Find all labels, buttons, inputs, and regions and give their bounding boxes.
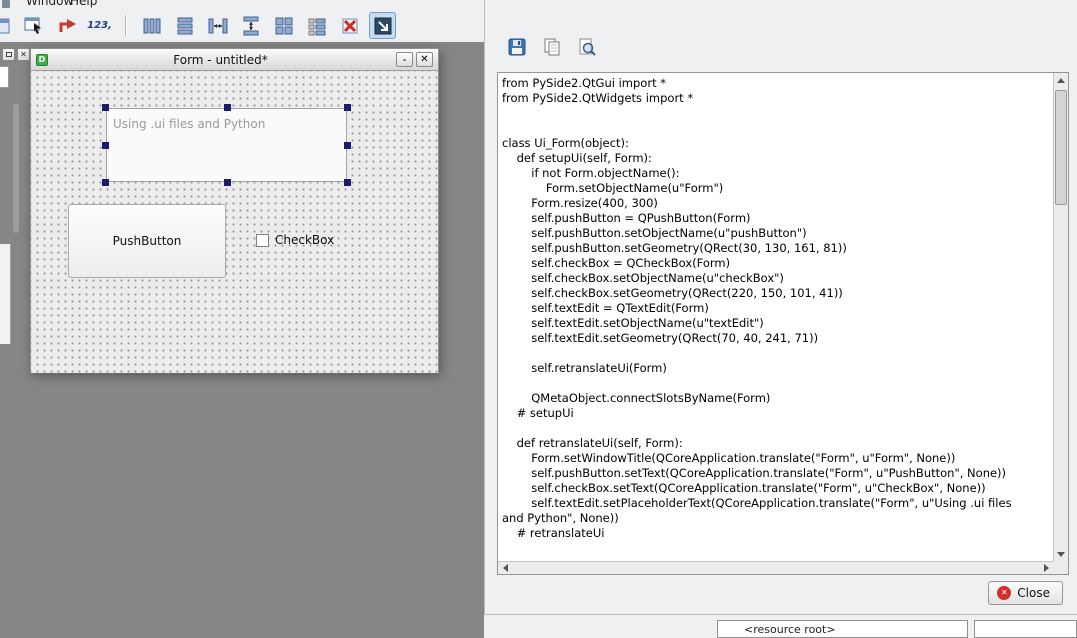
app-menu-icon[interactable] [2,0,10,8]
break-layout-icon [339,15,361,37]
layout-splitter-vertical-button[interactable] [237,12,264,39]
widget-box-scrollbar[interactable] [13,103,19,233]
resize-handle[interactable] [102,179,109,186]
checkbox-label: CheckBox [275,233,334,247]
resize-handle[interactable] [344,142,351,149]
form-minimize-button[interactable]: - [396,52,413,67]
scroll-down-button[interactable] [1054,547,1068,561]
signal-slot-icon [56,15,78,37]
adjust-size-button[interactable] [369,12,396,39]
arrow-down-icon [1057,552,1065,557]
resize-handle[interactable] [102,104,109,111]
menu-window[interactable]: Window [26,0,73,8]
edit-tab-order-button[interactable]: 123, [86,12,113,39]
arrow-up-icon [1057,78,1065,83]
layout-form-button[interactable] [303,12,330,39]
code-horizontal-scrollbar[interactable] [498,561,1053,574]
break-layout-button[interactable] [336,12,363,39]
tab-order-icon: 123, [87,20,112,31]
checkbox-box[interactable] [256,234,269,247]
textedit-placeholder: Using .ui files and Python [113,117,265,131]
splitter-vertical-icon [240,15,262,37]
close-circle-icon: ✕ [997,586,1011,600]
layout-grid-icon [273,15,295,37]
form-window-title: Form - untitled* [48,53,393,67]
widget-box-panel-fragment [0,244,11,344]
checkbox-widget[interactable]: CheckBox [256,233,334,247]
generated-code-text: from PySide2.QtGui import * from PySide2… [498,73,1053,561]
layout-splitter-horizontal-button[interactable] [204,12,231,39]
layout-vertically-icon [174,15,196,37]
vertical-scroll-thumb[interactable] [1055,90,1067,205]
form-designer-window: D Form - untitled* - ✕ Using .ui files a… [30,48,439,373]
layout-horizontally-icon [141,15,163,37]
resize-handle[interactable] [344,179,351,186]
dock-close-button[interactable]: ✕ [17,48,30,61]
scroll-right-button[interactable] [1039,562,1053,575]
pushbutton-widget[interactable]: PushButton [68,204,226,278]
clipped-toolbar-icon[interactable] [0,12,14,39]
dock-float-button[interactable] [2,48,15,61]
scrollbar-corner [1053,561,1068,574]
top-bar: Window Help 123, [0,0,484,42]
form-close-button[interactable]: ✕ [416,52,433,67]
toolbar-separator [125,15,126,37]
textedit-selection: Using .ui files and Python [106,108,347,182]
resource-root-label: <resource root> [744,623,836,636]
code-preview-dialog: from PySide2.QtGui import * from PySide2… [484,0,1077,615]
generated-code-view[interactable]: from PySide2.QtGui import * from PySide2… [497,72,1069,575]
dialog-close-button[interactable]: ✕ Close [988,581,1063,605]
code-dialog-toolbar [504,34,600,60]
find-icon [577,37,597,57]
resize-handle[interactable] [224,179,231,186]
textedit-widget[interactable]: Using .ui files and Python [106,108,347,182]
copy-code-button[interactable] [539,34,565,60]
widget-box-filter-fragment[interactable] [0,66,9,88]
edit-widgets-icon [23,15,45,37]
code-vertical-scrollbar[interactable] [1053,73,1068,561]
menubar: Window Help [0,0,484,9]
adjust-size-icon [372,15,394,37]
form-window-icon: D [36,54,48,66]
copy-icon [542,37,562,57]
scroll-up-button[interactable] [1054,73,1068,87]
scroll-left-button[interactable] [498,562,512,575]
float-icon [6,52,12,57]
menu-help[interactable]: Help [70,0,97,8]
resize-handle[interactable] [344,104,351,111]
save-code-button[interactable] [504,34,530,60]
layout-form-icon [306,15,328,37]
resize-handle[interactable] [224,104,231,111]
close-button-label: Close [1017,586,1050,600]
qt-designer-screen: Window Help 123, [0,0,1077,638]
edit-widgets-button[interactable] [20,12,47,39]
edit-signals-slots-button[interactable] [53,12,80,39]
layout-vertically-button[interactable] [171,12,198,39]
find-in-code-button[interactable] [574,34,600,60]
resize-handle[interactable] [102,142,109,149]
splitter-horizontal-icon [207,15,229,37]
main-toolbar: 123, [0,9,399,42]
save-icon [507,37,527,57]
layout-horizontally-button[interactable] [138,12,165,39]
form-canvas[interactable]: Using .ui files and Python PushButton Ch… [31,71,438,373]
arrow-left-icon [503,564,508,572]
layout-grid-button[interactable] [270,12,297,39]
resource-root-item[interactable]: <resource root> [717,620,968,638]
resource-browser-panel-fragment [974,620,1077,638]
form-window-titlebar[interactable]: D Form - untitled* - ✕ [31,49,438,71]
arrow-right-icon [1044,564,1049,572]
clipped-icon [0,15,12,37]
